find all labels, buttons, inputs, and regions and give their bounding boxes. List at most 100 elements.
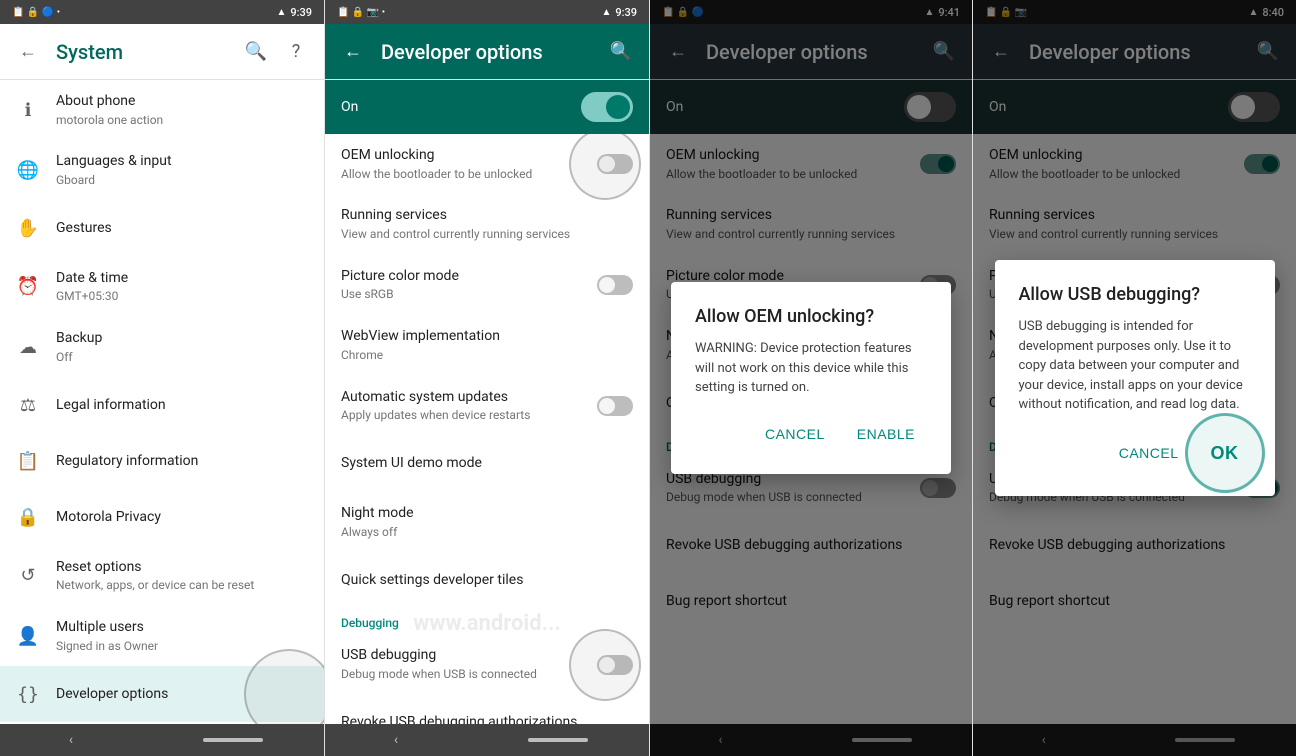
about-icon: ℹ — [16, 98, 40, 122]
dev-settings-list-1: OEM unlocking Allow the bootloader to be… — [325, 134, 649, 724]
nav-back-1[interactable]: ‹ — [61, 730, 81, 750]
dev-uidemo-title: System UI demo mode — [341, 454, 633, 474]
legal-icon: ⚖ — [16, 394, 40, 418]
setting-backup-text: Backup Off — [56, 329, 308, 365]
dev-revoke-title: Revoke USB debugging authorizations — [341, 713, 633, 724]
dev-night[interactable]: Night mode Always off — [325, 492, 649, 552]
regulatory-icon: 📋 — [16, 450, 40, 474]
status-right-icons-2: ▲ 9:39 — [601, 6, 637, 19]
settings-list-1: ℹ About phone motorola one action 🌐 Lang… — [0, 80, 324, 724]
setting-backup[interactable]: ☁ Backup Off — [0, 317, 324, 377]
dev-webview[interactable]: WebView implementation Chrome — [325, 315, 649, 375]
search-button-2[interactable]: 🔍 — [609, 40, 633, 64]
dev-webview-title: WebView implementation — [341, 327, 633, 347]
status-right-icons: ▲ 9:39 — [276, 6, 312, 19]
setting-languages-text: Languages & input Gboard — [56, 152, 308, 188]
dev-quicktiles-title: Quick settings developer tiles — [341, 571, 633, 591]
setting-datetime-title: Date & time — [56, 269, 308, 289]
panel-developer-3: 📋 🔒 📷 ▲ 8:40 ← Developer options 🔍 On OE… — [973, 0, 1296, 756]
oem-dialog-title: Allow OEM unlocking? — [695, 306, 927, 327]
status-bar-1: 📋 🔒 🔵 • ▲ 9:39 — [0, 0, 324, 24]
app-bar-title-1: System — [56, 40, 228, 64]
setting-gestures[interactable]: ✋ Gestures — [0, 201, 324, 257]
dev-revoke[interactable]: Revoke USB debugging authorizations — [325, 695, 649, 724]
dev-oem[interactable]: OEM unlocking Allow the bootloader to be… — [325, 134, 649, 194]
setting-users[interactable]: 👤 Multiple users Signed in as Owner — [0, 606, 324, 666]
setting-motorola[interactable]: 🔒 Motorola Privacy — [0, 490, 324, 546]
dev-usb[interactable]: USB debugging Debug mode when USB is con… — [325, 634, 649, 694]
setting-reset-title: Reset options — [56, 558, 308, 578]
oem-cancel-button[interactable]: Cancel — [753, 418, 837, 450]
dev-uidemo-text: System UI demo mode — [341, 454, 633, 474]
app-bar-title-2: Developer options — [381, 40, 593, 64]
dev-usb-text: USB debugging Debug mode when USB is con… — [341, 646, 597, 682]
dev-autoupdate-toggle[interactable] — [597, 396, 633, 416]
setting-legal-title: Legal information — [56, 396, 308, 416]
oem-dialog-actions: Cancel Enable — [695, 418, 927, 450]
dev-usb-toggle[interactable] — [597, 655, 633, 675]
notification-icons-2: 📋 🔒 📷 • — [337, 7, 385, 18]
search-button-1[interactable]: 🔍 — [244, 40, 268, 64]
dev-autoupdate[interactable]: Automatic system updates Apply updates w… — [325, 376, 649, 436]
setting-motorola-title: Motorola Privacy — [56, 508, 308, 528]
setting-languages-title: Languages & input — [56, 152, 308, 172]
dev-running-title: Running services — [341, 206, 633, 226]
dev-on-toggle[interactable] — [581, 92, 633, 122]
dev-color-text: Picture color mode Use sRGB — [341, 267, 597, 303]
dev-color[interactable]: Picture color mode Use sRGB — [325, 255, 649, 315]
dev-quicktiles[interactable]: Quick settings developer tiles — [325, 552, 649, 608]
setting-developer-title: Developer options — [56, 685, 308, 705]
usb-dialog-body: USB debugging is intended for developmen… — [1019, 317, 1251, 415]
dev-autoupdate-subtitle: Apply updates when device restarts — [341, 407, 597, 424]
dev-usb-subtitle: Debug mode when USB is connected — [341, 666, 597, 683]
app-bar-2: ← Developer options 🔍 — [325, 24, 649, 80]
usb-ok-button[interactable]: OK — [1199, 435, 1251, 472]
dev-running-subtitle: View and control currently running servi… — [341, 226, 633, 243]
dev-color-title: Picture color mode — [341, 267, 597, 287]
back-button-1[interactable]: ← — [16, 40, 40, 64]
setting-legal-text: Legal information — [56, 396, 308, 416]
dev-night-text: Night mode Always off — [341, 504, 633, 540]
setting-backup-subtitle: Off — [56, 349, 308, 366]
setting-legal[interactable]: ⚖ Legal information — [0, 378, 324, 434]
setting-about-subtitle: motorola one action — [56, 112, 308, 129]
dev-uidemo[interactable]: System UI demo mode — [325, 436, 649, 492]
notification-icons: 📋 🔒 🔵 • — [12, 7, 60, 18]
status-left-icons: 📋 🔒 🔵 • — [12, 7, 60, 18]
back-button-2[interactable]: ← — [341, 40, 365, 64]
app-bar-1: ← System 🔍 ? — [0, 24, 324, 80]
motorola-icon: 🔒 — [16, 506, 40, 530]
setting-about[interactable]: ℹ About phone motorola one action — [0, 80, 324, 140]
dev-autoupdate-text: Automatic system updates Apply updates w… — [341, 388, 597, 424]
panel-system: 📋 🔒 🔵 • ▲ 9:39 ← System 🔍 ? ℹ About phon… — [0, 0, 325, 756]
setting-system-updates[interactable]: 📱 System updates Updated to Android 9 — [0, 722, 324, 724]
dev-on-header: On — [325, 80, 649, 134]
backup-icon: ☁ — [16, 335, 40, 359]
dev-night-title: Night mode — [341, 504, 633, 524]
dev-webview-text: WebView implementation Chrome — [341, 327, 633, 363]
status-time-2: 9:39 — [615, 6, 637, 19]
oem-enable-button[interactable]: Enable — [845, 418, 927, 450]
dev-color-toggle[interactable] — [597, 275, 633, 295]
setting-languages[interactable]: 🌐 Languages & input Gboard — [0, 140, 324, 200]
dev-webview-subtitle: Chrome — [341, 347, 633, 364]
setting-users-subtitle: Signed in as Owner — [56, 638, 308, 655]
dev-oem-text: OEM unlocking Allow the bootloader to be… — [341, 146, 597, 182]
dev-running[interactable]: Running services View and control curren… — [325, 194, 649, 254]
help-button-1[interactable]: ? — [284, 40, 308, 64]
setting-reset[interactable]: ↺ Reset options Network, apps, or device… — [0, 546, 324, 606]
usb-cancel-button[interactable]: Cancel — [1107, 435, 1191, 472]
setting-reset-subtitle: Network, apps, or device can be reset — [56, 577, 308, 594]
nav-back-2[interactable]: ‹ — [386, 730, 406, 750]
setting-users-title: Multiple users — [56, 618, 308, 638]
dev-oem-subtitle: Allow the bootloader to be unlocked — [341, 166, 597, 183]
dev-oem-toggle[interactable] — [597, 154, 633, 174]
setting-datetime-subtitle: GMT+05:30 — [56, 288, 308, 305]
dev-on-label: On — [341, 99, 358, 115]
setting-regulatory[interactable]: 📋 Regulatory information — [0, 434, 324, 490]
setting-developer[interactable]: {} Developer options — [0, 666, 324, 722]
setting-about-title: About phone — [56, 92, 308, 112]
setting-languages-subtitle: Gboard — [56, 172, 308, 189]
status-time-1: 9:39 — [290, 6, 312, 19]
setting-datetime[interactable]: ⏰ Date & time GMT+05:30 — [0, 257, 324, 317]
